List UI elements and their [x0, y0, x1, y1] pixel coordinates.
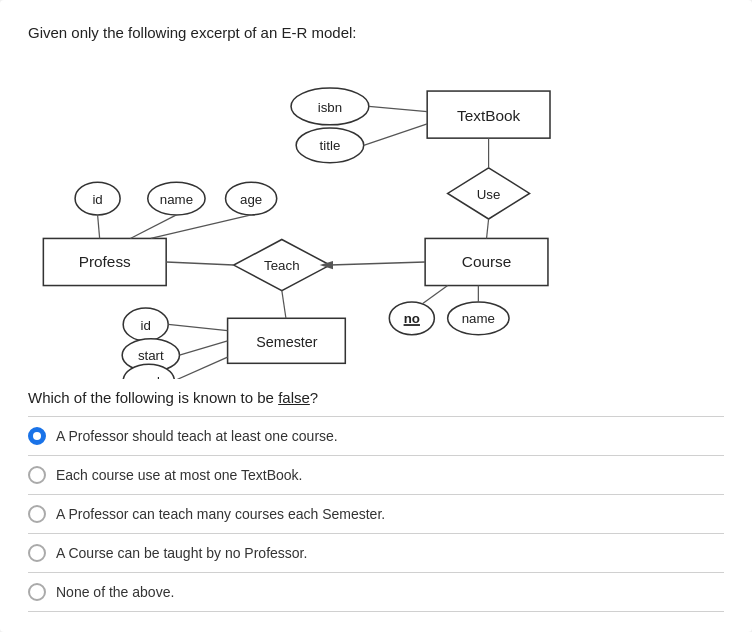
option-2-text: Each course use at most one TextBook.	[56, 467, 302, 483]
svg-text:id: id	[141, 318, 151, 333]
svg-text:age: age	[240, 192, 262, 207]
option-5-text: None of the above.	[56, 584, 174, 600]
svg-line-46	[422, 286, 448, 304]
svg-line-22	[98, 215, 100, 239]
radio-1[interactable]	[28, 427, 46, 445]
svg-line-39	[168, 324, 227, 330]
svg-text:Profess: Profess	[79, 253, 131, 270]
svg-text:isbn: isbn	[318, 100, 342, 115]
radio-4[interactable]	[28, 544, 46, 562]
option-1-text: A Professor should teach at least one co…	[56, 428, 338, 444]
options-section: Which of the following is known to be fa…	[28, 389, 724, 612]
svg-line-7	[364, 124, 427, 145]
radio-5[interactable]	[28, 583, 46, 601]
svg-line-32	[282, 291, 286, 319]
svg-text:id: id	[92, 192, 102, 207]
svg-text:name: name	[462, 311, 495, 326]
option-4-text: A Course can be taught by no Professor.	[56, 545, 307, 561]
svg-line-13	[487, 219, 489, 238]
svg-line-24	[151, 215, 251, 239]
svg-line-23	[130, 215, 176, 239]
svg-text:Semester: Semester	[256, 334, 317, 350]
option-5[interactable]: None of the above.	[28, 572, 724, 612]
option-1[interactable]: A Professor should teach at least one co…	[28, 416, 724, 455]
option-3[interactable]: A Professor can teach many courses each …	[28, 494, 724, 533]
svg-text:title: title	[320, 138, 341, 153]
er-diagram: TextBook isbn title Use Course Profess	[28, 59, 724, 379]
section-question: Which of the following is known to be fa…	[28, 389, 724, 406]
svg-text:Course: Course	[462, 253, 511, 270]
svg-text:start: start	[138, 348, 164, 363]
svg-text:Use: Use	[477, 187, 501, 202]
radio-3[interactable]	[28, 505, 46, 523]
svg-text:no: no	[404, 311, 420, 326]
svg-text:end: end	[138, 374, 160, 379]
svg-line-27	[166, 262, 234, 265]
radio-inner-1	[33, 432, 41, 440]
svg-line-40	[179, 341, 227, 355]
radio-2[interactable]	[28, 466, 46, 484]
main-card: Given only the following excerpt of an E…	[0, 0, 752, 632]
svg-line-6	[369, 106, 427, 111]
svg-text:name: name	[160, 192, 193, 207]
option-3-text: A Professor can teach many courses each …	[56, 506, 385, 522]
option-2[interactable]: Each course use at most one TextBook.	[28, 455, 724, 494]
svg-line-28	[330, 262, 425, 265]
er-svg: TextBook isbn title Use Course Profess	[28, 59, 724, 379]
svg-line-41	[174, 357, 227, 379]
option-4[interactable]: A Course can be taught by no Professor.	[28, 533, 724, 572]
question-title: Given only the following excerpt of an E…	[28, 24, 724, 41]
svg-text:Teach: Teach	[264, 258, 299, 273]
svg-text:TextBook: TextBook	[457, 107, 520, 124]
